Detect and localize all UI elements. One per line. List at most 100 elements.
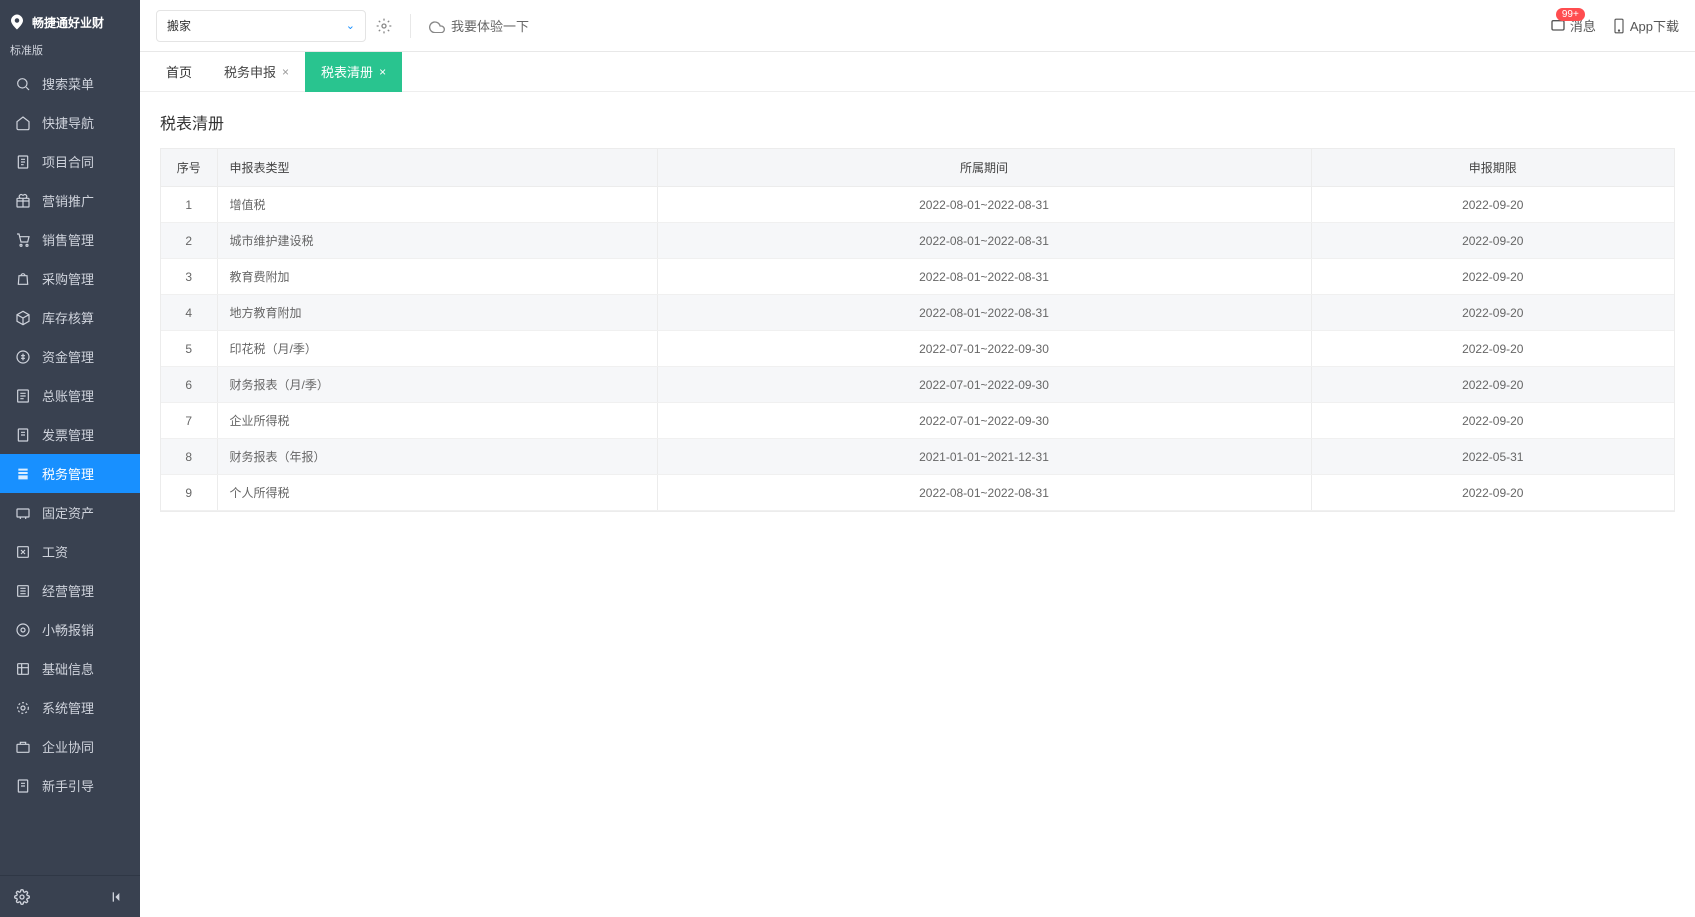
collapse-icon[interactable]	[110, 889, 126, 905]
bag-icon	[14, 270, 32, 288]
sidebar-item-label: 发票管理	[42, 425, 126, 444]
cell-deadline: 2022-09-20	[1311, 259, 1674, 295]
cell-deadline: 2022-09-20	[1311, 187, 1674, 223]
org-selector[interactable]: 搬家 ⌄	[156, 10, 366, 42]
sidebar-item-label: 基础信息	[42, 659, 126, 678]
table-row[interactable]: 8 财务报表（年报） 2021-01-01~2021-12-31 2022-05…	[161, 439, 1674, 475]
box-icon	[14, 309, 32, 327]
settings-icon[interactable]	[14, 889, 30, 905]
cell-period: 2022-07-01~2022-09-30	[657, 331, 1311, 367]
logo-area: 畅捷通好业财	[0, 0, 140, 44]
gear-icon[interactable]	[376, 18, 392, 34]
sidebar-item-collab[interactable]: 企业协同	[0, 727, 140, 766]
cell-period: 2022-08-01~2022-08-31	[657, 475, 1311, 511]
gift-icon	[14, 192, 32, 210]
app-edition: 标准版	[0, 42, 140, 58]
sidebar-item-ledger[interactable]: 总账管理	[0, 376, 140, 415]
table-row[interactable]: 5 印花税（月/季） 2022-07-01~2022-09-30 2022-09…	[161, 331, 1674, 367]
sidebar-item-label: 新手引导	[42, 776, 126, 795]
table-row[interactable]: 7 企业所得税 2022-07-01~2022-09-30 2022-09-20	[161, 403, 1674, 439]
cell-index: 6	[161, 367, 217, 403]
tab-2[interactable]: 税表清册 ×	[305, 52, 402, 92]
sidebar-item-biz[interactable]: 经营管理	[0, 571, 140, 610]
report-icon	[14, 621, 32, 639]
contract-icon	[14, 153, 32, 171]
sidebar-item-contract[interactable]: 项目合同	[0, 142, 140, 181]
sidebar-item-home[interactable]: 快捷导航	[0, 103, 140, 142]
message-button[interactable]: 99+ 消息	[1550, 16, 1596, 35]
tab-0[interactable]: 首页	[150, 52, 208, 92]
sidebar-item-base[interactable]: 基础信息	[0, 649, 140, 688]
cell-type: 财务报表（月/季）	[217, 367, 657, 403]
table-row[interactable]: 4 地方教育附加 2022-08-01~2022-08-31 2022-09-2…	[161, 295, 1674, 331]
salary-icon	[14, 543, 32, 561]
system-icon	[14, 699, 32, 717]
tax-icon	[14, 465, 32, 483]
sidebar-item-money[interactable]: 资金管理	[0, 337, 140, 376]
app-logo-icon	[8, 13, 26, 31]
sidebar-item-label: 固定资产	[42, 503, 126, 522]
sidebar-item-search[interactable]: 搜索菜单	[0, 64, 140, 103]
page-title: 税表清册	[160, 110, 1675, 134]
col-period: 所属期间	[657, 149, 1311, 187]
sidebar-item-label: 营销推广	[42, 191, 126, 210]
cell-period: 2022-08-01~2022-08-31	[657, 259, 1311, 295]
tab-1[interactable]: 税务申报 ×	[208, 52, 305, 92]
cell-period: 2022-08-01~2022-08-31	[657, 187, 1311, 223]
table-row[interactable]: 2 城市维护建设税 2022-08-01~2022-08-31 2022-09-…	[161, 223, 1674, 259]
close-icon[interactable]: ×	[379, 65, 386, 79]
tab-label: 税务申报	[224, 62, 276, 81]
sidebar-item-box[interactable]: 库存核算	[0, 298, 140, 337]
sidebar-item-gift[interactable]: 营销推广	[0, 181, 140, 220]
home-icon	[14, 114, 32, 132]
cell-period: 2022-07-01~2022-09-30	[657, 367, 1311, 403]
app-download-button[interactable]: App下载	[1612, 16, 1679, 35]
nav-menu: 搜索菜单快捷导航项目合同营销推广销售管理采购管理库存核算资金管理总账管理发票管理…	[0, 64, 140, 875]
cell-type: 地方教育附加	[217, 295, 657, 331]
experience-link[interactable]: 我要体验一下	[429, 16, 529, 35]
cell-type: 增值税	[217, 187, 657, 223]
cell-type: 企业所得税	[217, 403, 657, 439]
cell-index: 7	[161, 403, 217, 439]
sidebar: 畅捷通好业财 标准版 搜索菜单快捷导航项目合同营销推广销售管理采购管理库存核算资…	[0, 0, 140, 917]
app-name: 畅捷通好业财	[32, 14, 104, 31]
sidebar-item-system[interactable]: 系统管理	[0, 688, 140, 727]
cell-deadline: 2022-09-20	[1311, 367, 1674, 403]
sidebar-item-invoice[interactable]: 发票管理	[0, 415, 140, 454]
sidebar-item-guide[interactable]: 新手引导	[0, 766, 140, 805]
table-row[interactable]: 3 教育费附加 2022-08-01~2022-08-31 2022-09-20	[161, 259, 1674, 295]
sidebar-item-salary[interactable]: 工资	[0, 532, 140, 571]
col-deadline: 申报期限	[1311, 149, 1674, 187]
topbar-right: 99+ 消息 App下载	[1550, 16, 1679, 35]
experience-label: 我要体验一下	[451, 16, 529, 35]
cell-period: 2022-07-01~2022-09-30	[657, 403, 1311, 439]
table-row[interactable]: 9 个人所得税 2022-08-01~2022-08-31 2022-09-20	[161, 475, 1674, 511]
sidebar-item-label: 系统管理	[42, 698, 126, 717]
sidebar-footer	[0, 875, 140, 917]
cell-type: 个人所得税	[217, 475, 657, 511]
col-index: 序号	[161, 149, 217, 187]
close-icon[interactable]: ×	[282, 65, 289, 79]
tab-bar: 首页税务申报 × 税表清册 ×	[140, 52, 1695, 92]
app-download-label: App下载	[1630, 16, 1679, 35]
cell-period: 2022-08-01~2022-08-31	[657, 223, 1311, 259]
asset-icon	[14, 504, 32, 522]
table-row[interactable]: 1 增值税 2022-08-01~2022-08-31 2022-09-20	[161, 187, 1674, 223]
cell-index: 1	[161, 187, 217, 223]
tab-label: 税表清册	[321, 62, 373, 81]
cell-type: 城市维护建设税	[217, 223, 657, 259]
sidebar-item-report[interactable]: 小畅报销	[0, 610, 140, 649]
sidebar-item-label: 采购管理	[42, 269, 126, 288]
chevron-down-icon: ⌄	[346, 19, 355, 32]
search-icon	[14, 75, 32, 93]
sidebar-item-bag[interactable]: 采购管理	[0, 259, 140, 298]
sidebar-item-asset[interactable]: 固定资产	[0, 493, 140, 532]
sidebar-item-label: 库存核算	[42, 308, 126, 327]
topbar: 搬家 ⌄ 我要体验一下 99+ 消息	[140, 0, 1695, 52]
cell-deadline: 2022-09-20	[1311, 475, 1674, 511]
table-row[interactable]: 6 财务报表（月/季） 2022-07-01~2022-09-30 2022-0…	[161, 367, 1674, 403]
tax-table: 序号 申报表类型 所属期间 申报期限 1 增值税 2022-08-01~2022…	[161, 149, 1674, 511]
sidebar-item-label: 快捷导航	[42, 113, 126, 132]
sidebar-item-cart[interactable]: 销售管理	[0, 220, 140, 259]
sidebar-item-tax[interactable]: 税务管理	[0, 454, 140, 493]
